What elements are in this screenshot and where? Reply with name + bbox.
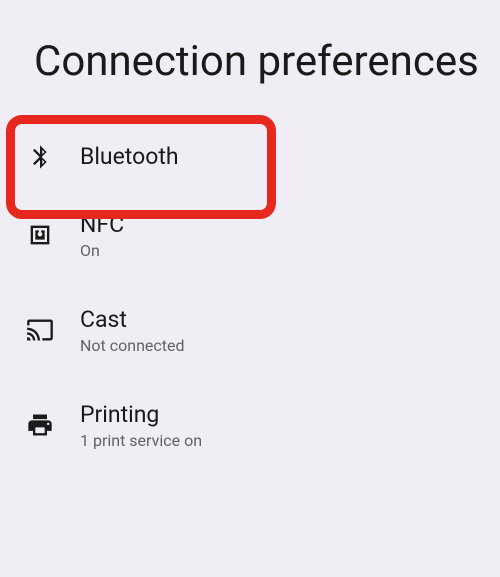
- item-text: Cast Not connected: [80, 306, 185, 355]
- item-label: Printing: [80, 401, 202, 428]
- item-label: Cast: [80, 306, 185, 333]
- list-item-cast[interactable]: Cast Not connected: [0, 284, 500, 379]
- item-status: Not connected: [80, 336, 185, 355]
- item-status: On: [80, 241, 124, 260]
- list-item-printing[interactable]: Printing 1 print service on: [0, 379, 500, 474]
- list-item-bluetooth[interactable]: Bluetooth: [0, 121, 500, 193]
- item-status: 1 print service on: [80, 431, 202, 450]
- print-icon: [0, 411, 80, 439]
- settings-list: Bluetooth NFC On Cast Not connected Prin…: [0, 113, 500, 474]
- nfc-icon: [0, 221, 80, 249]
- item-label: Bluetooth: [80, 143, 179, 170]
- item-text: Printing 1 print service on: [80, 401, 202, 450]
- item-text: NFC On: [80, 211, 124, 260]
- item-label: NFC: [80, 211, 124, 238]
- cast-icon: [0, 316, 80, 344]
- bluetooth-icon: [0, 143, 80, 171]
- page-title: Connection preferences: [0, 0, 500, 113]
- item-text: Bluetooth: [80, 143, 179, 170]
- list-item-nfc[interactable]: NFC On: [0, 193, 500, 284]
